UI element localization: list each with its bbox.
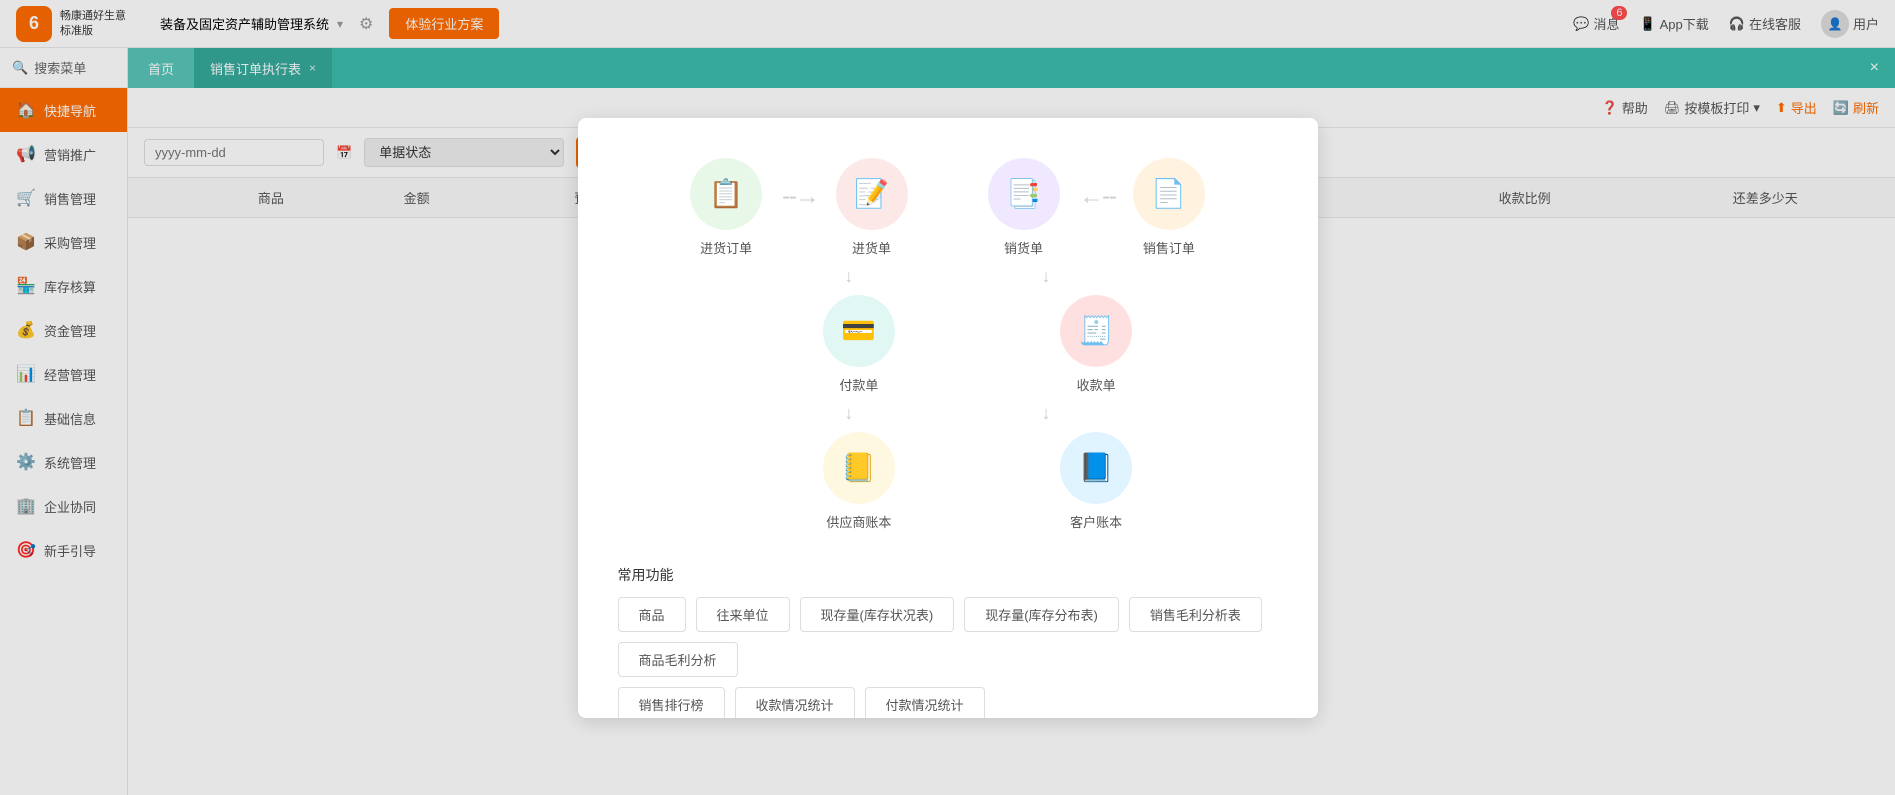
popup: 📋 进货订单 - - → 📝 进货单 ↓ [578,118,1318,718]
func-stock-dist[interactable]: 现存量(库存分布表) [964,597,1119,632]
func-goods[interactable]: 商品 [618,597,686,632]
func-goods-margin[interactable]: 商品毛利分析 [618,642,738,677]
common-functions-section: 常用功能 商品 往来单位 现存量(库存状况表) 现存量(库存分布表) 销售毛利分… [618,565,1278,718]
sales-row: 📑 销货单 ← - - 📄 销售订单 [968,148,1225,267]
purchase-bill-circle: 📝 [836,158,908,230]
func-payment-stats[interactable]: 付款情况统计 [865,687,985,718]
arrow-h-dashed-2: ← - - [1080,183,1113,211]
supplier-ledger-label: 供应商账本 [826,512,891,531]
func-sales-margin[interactable]: 销售毛利分析表 [1129,597,1262,632]
sales-flow-col: 📑 销货单 ← - - 📄 销售订单 ↓ 🧾 [968,148,1225,541]
sale-bill-label: 销货单 [1004,238,1043,257]
flow-diagram: 📋 进货订单 - - → 📝 进货单 ↓ [618,148,1278,541]
customer-row: 📘 客户账本 [1040,422,1152,541]
customer-ledger-label: 客户账本 [1070,512,1122,531]
arrow-h-dashed-1: - - → [782,183,815,211]
purchase-bill-node[interactable]: 📝 进货单 [836,158,908,257]
purchase-flow-col: 📋 进货订单 - - → 📝 进货单 ↓ [670,148,927,541]
sale-bill-node[interactable]: 📑 销货单 [988,158,1060,257]
purchase-row: 📋 进货订单 - - → 📝 进货单 [670,148,927,267]
common-functions-title: 常用功能 [618,565,1278,585]
purchase-bill-label: 进货单 [852,238,891,257]
receipt-bill-label: 收款单 [1077,375,1116,394]
receipt-bill-circle: 🧾 [1060,295,1132,367]
func-buttons-row2: 销售排行榜 收款情况统计 付款情况统计 [618,687,1278,718]
supplier-ledger-node[interactable]: 📒 供应商账本 [823,432,895,531]
customer-ledger-circle: 📘 [1060,432,1132,504]
func-receipt-stats[interactable]: 收款情况统计 [735,687,855,718]
func-buttons-row1: 商品 往来单位 现存量(库存状况表) 现存量(库存分布表) 销售毛利分析表 商品… [618,597,1278,677]
popup-overlay[interactable]: 📋 进货订单 - - → 📝 进货单 ↓ [0,0,1895,795]
arrow-down-4: ↓ [1042,404,1051,422]
customer-ledger-node[interactable]: 📘 客户账本 [1060,432,1132,531]
payment-row: 💳 付款单 [683,285,915,404]
purchase-order-label: 进货订单 [700,238,752,257]
arrow-down-3: ↓ [1042,267,1051,285]
sale-order-node[interactable]: 📄 销售订单 [1133,158,1205,257]
func-partners[interactable]: 往来单位 [696,597,790,632]
payment-bill-circle: 💳 [823,295,895,367]
purchase-order-circle: 📋 [690,158,762,230]
sale-order-label: 销售订单 [1143,238,1195,257]
receipt-row: 🧾 收款单 [1040,285,1152,404]
supplier-row: 📒 供应商账本 [683,422,915,541]
sale-bill-circle: 📑 [988,158,1060,230]
payment-bill-label: 付款单 [839,375,878,394]
sale-order-circle: 📄 [1133,158,1205,230]
arrow-down-1: ↓ [844,267,853,285]
supplier-ledger-circle: 📒 [823,432,895,504]
purchase-order-node[interactable]: 📋 进货订单 [690,158,762,257]
func-stock-status[interactable]: 现存量(库存状况表) [800,597,955,632]
func-sales-rank[interactable]: 销售排行榜 [618,687,725,718]
payment-bill-node[interactable]: 💳 付款单 [823,295,895,394]
arrow-down-2: ↓ [844,404,853,422]
receipt-bill-node[interactable]: 🧾 收款单 [1060,295,1132,394]
